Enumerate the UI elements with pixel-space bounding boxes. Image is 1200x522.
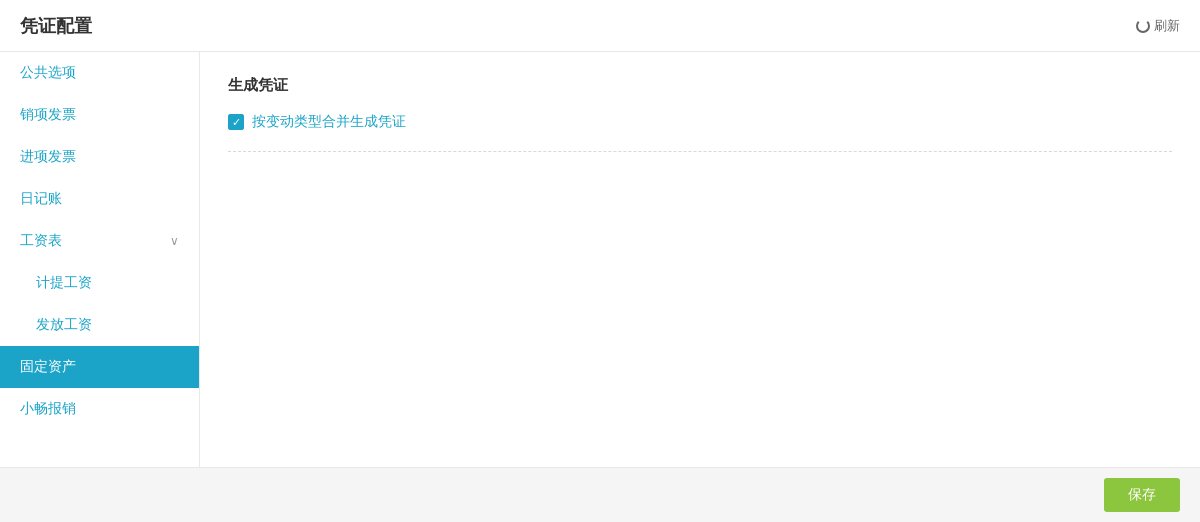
sidebar-item-expense[interactable]: 小畅报销 [0, 388, 199, 430]
page-container: 凭证配置 刷新 公共选项 销项发票 进项发票 日记账 工资表 ∨ [0, 0, 1200, 522]
sidebar-item-label: 工资表 [20, 232, 62, 250]
sidebar-item-label: 进项发票 [20, 148, 76, 166]
sidebar-item-label: 发放工资 [36, 316, 92, 334]
sidebar-item-fixed-assets[interactable]: 固定资产 [0, 346, 199, 388]
sidebar-item-purchase-invoice[interactable]: 进项发票 [0, 136, 199, 178]
chevron-down-icon: ∨ [170, 234, 179, 248]
refresh-button[interactable]: 刷新 [1136, 17, 1180, 35]
refresh-icon [1136, 19, 1150, 33]
sidebar-item-label: 日记账 [20, 190, 62, 208]
header: 凭证配置 刷新 [0, 0, 1200, 52]
sidebar-item-public[interactable]: 公共选项 [0, 52, 199, 94]
sidebar-item-payroll-pay[interactable]: 发放工资 [0, 304, 199, 346]
checkbox-label: 按变动类型合并生成凭证 [252, 113, 406, 131]
section-divider [228, 151, 1172, 152]
save-button[interactable]: 保存 [1104, 478, 1180, 512]
sidebar-item-label: 公共选项 [20, 64, 76, 82]
sidebar-item-sales-invoice[interactable]: 销项发票 [0, 94, 199, 136]
sidebar-item-label: 固定资产 [20, 358, 76, 376]
main-layout: 公共选项 销项发票 进项发票 日记账 工资表 ∨ 计提工资 发放工资 固定资 [0, 52, 1200, 467]
merge-by-type-checkbox[interactable] [228, 114, 244, 130]
refresh-label: 刷新 [1154, 17, 1180, 35]
sidebar-item-payroll-calc[interactable]: 计提工资 [0, 262, 199, 304]
sidebar: 公共选项 销项发票 进项发票 日记账 工资表 ∨ 计提工资 发放工资 固定资 [0, 52, 200, 467]
footer: 保存 [0, 467, 1200, 522]
sidebar-item-label: 销项发票 [20, 106, 76, 124]
section-title: 生成凭证 [228, 76, 1172, 95]
sidebar-item-label: 计提工资 [36, 274, 92, 292]
checkbox-row: 按变动类型合并生成凭证 [228, 113, 1172, 131]
sidebar-item-payroll[interactable]: 工资表 ∨ [0, 220, 199, 262]
sidebar-item-label: 小畅报销 [20, 400, 76, 418]
sidebar-item-journal[interactable]: 日记账 [0, 178, 199, 220]
page-title: 凭证配置 [20, 14, 92, 38]
content-area: 生成凭证 按变动类型合并生成凭证 [200, 52, 1200, 467]
